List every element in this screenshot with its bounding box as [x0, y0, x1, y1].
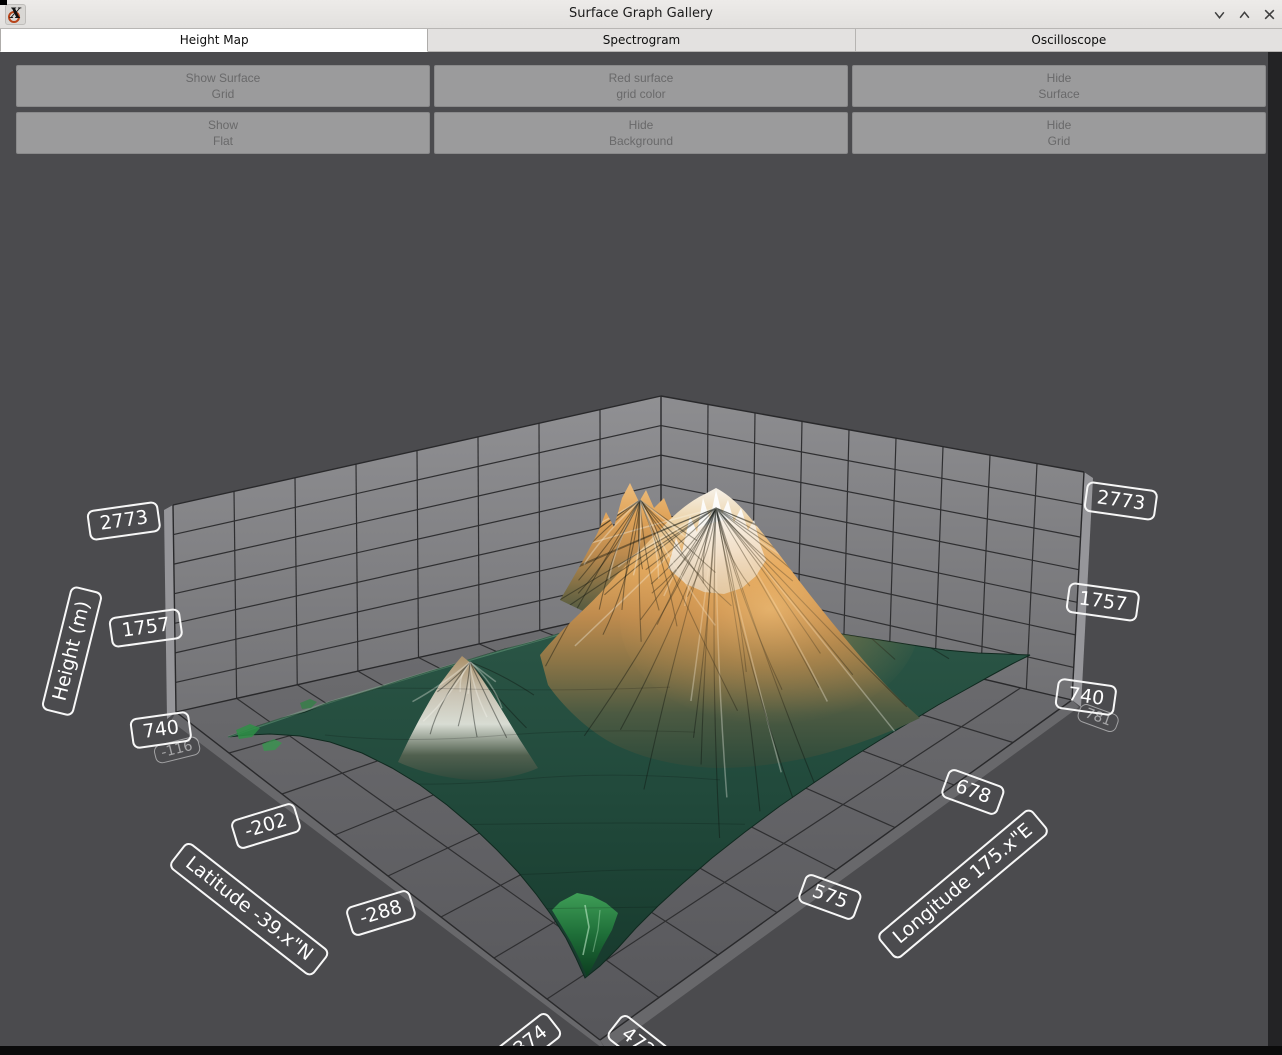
toggle-grid-button[interactable]: Hide Grid	[852, 112, 1266, 154]
button-label-line: Grid	[1048, 133, 1071, 149]
toggle-flat-button[interactable]: Show Flat	[16, 112, 430, 154]
screen-edge-right	[1268, 29, 1282, 1055]
title-bar: Surface Graph Gallery X	[0, 0, 1282, 29]
button-label-line: Hide	[1047, 70, 1072, 86]
button-label-line: Show Surface	[186, 70, 261, 86]
x11-logo-icon: X	[6, 5, 25, 24]
toggle-surface-button[interactable]: Hide Surface	[852, 65, 1266, 107]
window-corner	[0, 0, 7, 5]
toggle-surface-grid-button[interactable]: Show Surface Grid	[16, 65, 430, 107]
button-label-line: Surface	[1038, 86, 1079, 102]
app-icon: X	[5, 4, 26, 25]
tab-oscilloscope[interactable]: Oscilloscope	[856, 29, 1282, 52]
surface-grid-color-button[interactable]: Red surface grid color	[434, 65, 848, 107]
shade-button[interactable]	[1212, 7, 1226, 21]
button-label-line: Show	[208, 117, 238, 133]
tab-spectrogram[interactable]: Spectrogram	[428, 29, 855, 52]
button-label-line: Flat	[213, 133, 233, 149]
tab-bar: Height Map Spectrogram Oscilloscope	[0, 28, 1282, 52]
surface-plot-canvas[interactable]	[0, 0, 1282, 1055]
button-label-line: Hide	[1047, 117, 1072, 133]
screen-edge-bottom	[0, 1046, 1282, 1055]
button-label-line: Red surface	[609, 70, 674, 86]
button-label-line: Hide	[629, 117, 654, 133]
button-label-line: Background	[609, 133, 673, 149]
tab-height-map[interactable]: Height Map	[0, 29, 428, 52]
chevron-down-icon	[1213, 8, 1226, 21]
close-button[interactable]	[1262, 7, 1276, 21]
toggle-background-button[interactable]: Hide Background	[434, 112, 848, 154]
button-label-line: grid color	[616, 86, 665, 102]
button-label-line: Grid	[212, 86, 235, 102]
window-title: Surface Graph Gallery	[0, 0, 1282, 28]
window-controls	[1212, 0, 1276, 28]
close-icon	[1263, 8, 1276, 21]
application-window: Height (m) 2773 1757 740 -116 2773 1757 …	[0, 0, 1282, 1055]
maximize-button[interactable]	[1237, 7, 1251, 21]
chevron-up-icon	[1238, 8, 1251, 21]
toolbar: Show Surface Grid Red surface grid color…	[16, 65, 1266, 154]
